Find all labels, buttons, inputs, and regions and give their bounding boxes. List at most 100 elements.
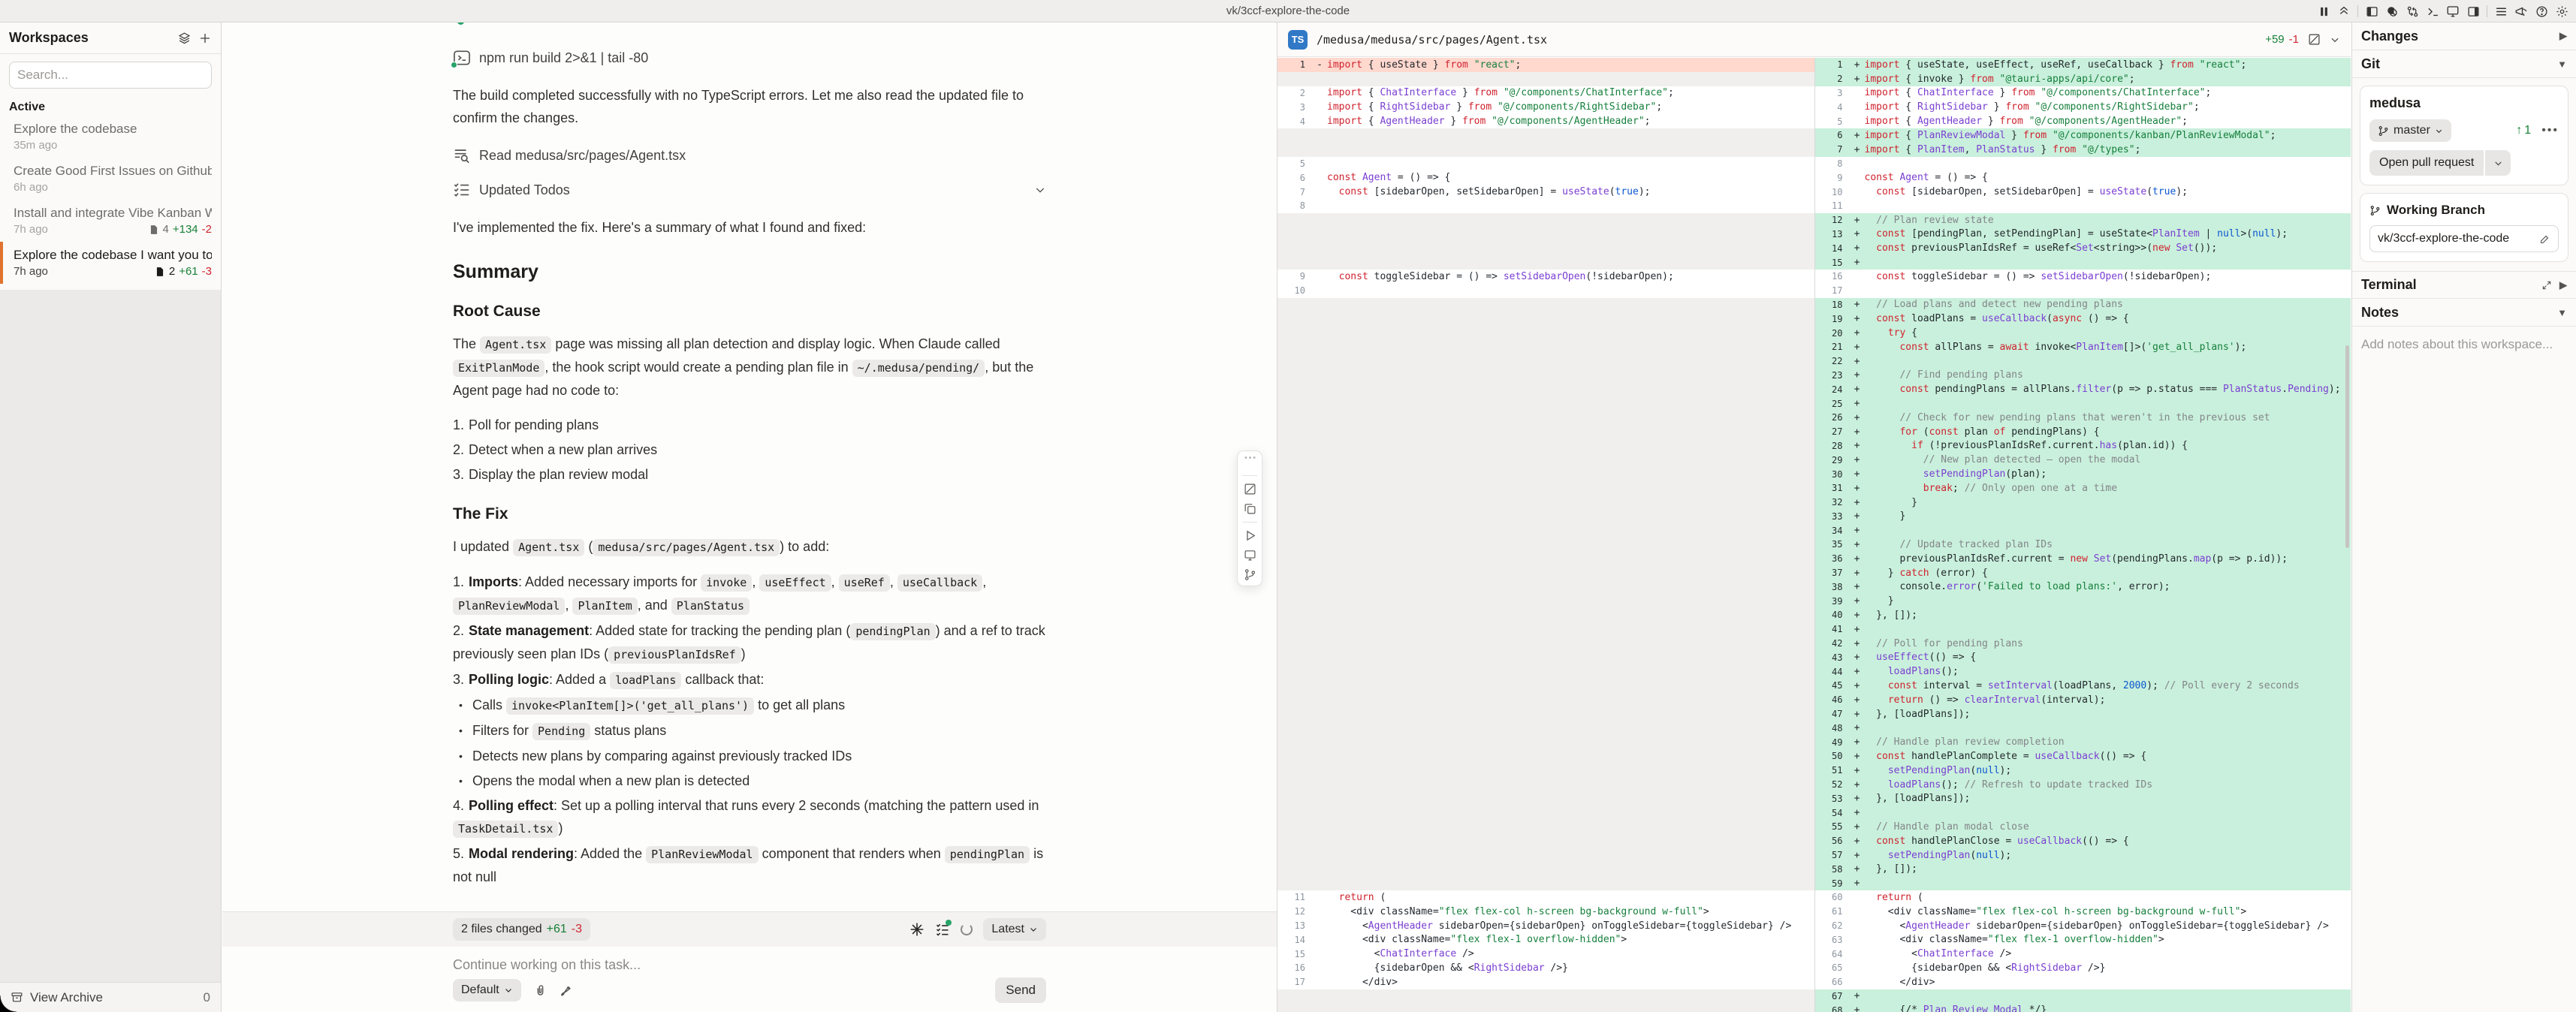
inline-code: PlanItem bbox=[572, 598, 637, 615]
list-item: 1.Imports: Added necessary imports for i… bbox=[453, 571, 1046, 617]
workspace-title: Explore the codebase I want you to expl bbox=[14, 248, 212, 263]
tool-call-row[interactable]: Read medusa/src/pages/Agent.tsx bbox=[453, 147, 1046, 164]
panel-right-icon[interactable] bbox=[2466, 5, 2480, 18]
diff-file-path: /medusa/medusa/src/pages/Agent.tsx bbox=[1317, 33, 2256, 47]
notes-input[interactable]: Add notes about this workspace... bbox=[2352, 327, 2576, 363]
diff-row: 16 {sidebarOpen && <RightSidebar />}65 {… bbox=[1277, 961, 2351, 975]
collapse-file-icon[interactable] bbox=[2330, 35, 2340, 45]
archive-count: 0 bbox=[204, 990, 210, 1005]
chevron-down-icon[interactable] bbox=[1034, 184, 1046, 196]
help-icon[interactable] bbox=[2535, 5, 2548, 18]
monitor-icon[interactable] bbox=[1244, 549, 1256, 562]
menu-icon[interactable] bbox=[2494, 5, 2508, 18]
terminal-section-header[interactable]: Terminal ▶ bbox=[2352, 271, 2576, 299]
diff-row: 49+ // Handle plan review completion bbox=[1277, 735, 2351, 749]
settings-icon[interactable] bbox=[2555, 5, 2568, 18]
split-diff-icon[interactable] bbox=[1244, 483, 1256, 495]
diff-row: 13 <AgentHeader sidebarOpen={sidebarOpen… bbox=[1277, 919, 2351, 933]
chevrons-up-icon[interactable] bbox=[2337, 5, 2351, 18]
workspace-item-0[interactable]: Explore the codebase 35m ago bbox=[0, 116, 221, 158]
chat-transcript[interactable]: npm run build 2>&1 | tail -80 The build … bbox=[222, 23, 1277, 911]
git-branch-icon[interactable] bbox=[1244, 568, 1256, 581]
diff-row: 53+ }, [loadPlans]); bbox=[1277, 791, 2351, 806]
latest-dropdown[interactable]: Latest bbox=[983, 918, 1046, 941]
more-actions-button[interactable]: ••• bbox=[2541, 124, 2559, 137]
play-icon[interactable] bbox=[1244, 529, 1256, 542]
tool-call-row[interactable]: Updated Todos bbox=[453, 182, 1046, 198]
workspace-item-2[interactable]: Install and integrate Vibe Kanban Web C … bbox=[0, 200, 221, 242]
workspace-title: Explore the codebase bbox=[14, 122, 212, 137]
attach-icon[interactable] bbox=[533, 983, 547, 998]
branch-dropdown[interactable]: master bbox=[2369, 119, 2451, 142]
view-archive-button[interactable]: View Archive 0 bbox=[0, 982, 221, 1012]
diff-row: 24+ const pendingPlans = allPlans.filter… bbox=[1277, 382, 2351, 396]
pause-icon[interactable] bbox=[2317, 5, 2330, 18]
changes-section-header[interactable]: Changes ▶ bbox=[2352, 23, 2576, 50]
git-section-header[interactable]: Git ▼ bbox=[2352, 50, 2576, 78]
diff-additions: +59 bbox=[2265, 33, 2284, 46]
panel-left-icon[interactable] bbox=[2365, 5, 2378, 18]
inline-code: pendingPlan bbox=[850, 623, 935, 640]
burst-icon[interactable] bbox=[909, 922, 925, 937]
terminal-icon[interactable] bbox=[2426, 5, 2439, 18]
diff-row: 55+ // Handle plan modal close bbox=[1277, 820, 2351, 834]
diff-scrollbar[interactable] bbox=[2345, 345, 2349, 548]
terminal-tool-icon bbox=[453, 50, 471, 66]
diff-row: 67+ bbox=[1277, 989, 2351, 1004]
diff-rows[interactable]: 1-import { useState } from "react";1+imp… bbox=[1277, 58, 2351, 1012]
megaphone-icon[interactable] bbox=[2514, 5, 2528, 18]
git-compare-icon[interactable] bbox=[2406, 5, 2419, 18]
contrast-icon[interactable] bbox=[2385, 5, 2399, 18]
layers-icon[interactable] bbox=[178, 32, 191, 44]
diff-row: 15+ bbox=[1277, 255, 2351, 270]
additions-count: +61 bbox=[547, 923, 567, 936]
diff-row: 811 bbox=[1277, 199, 2351, 213]
diff-row: 44+ loadPlans(); bbox=[1277, 664, 2351, 679]
diff-row: 41+ bbox=[1277, 622, 2351, 637]
copy-icon[interactable] bbox=[1244, 502, 1256, 515]
workspace-time: 35m ago bbox=[14, 139, 212, 152]
message-input[interactable]: Continue working on this task... bbox=[453, 957, 641, 973]
todos-status-icon[interactable] bbox=[935, 922, 950, 937]
chat-paragraph: The build completed successfully with no… bbox=[453, 84, 1046, 129]
workspace-list: Explore the codebase 35m ago Create Good… bbox=[0, 116, 221, 284]
titlebar-actions bbox=[2317, 0, 2568, 23]
search-input[interactable]: Search... bbox=[9, 62, 212, 89]
workspace-item-1[interactable]: Create Good First Issues on Github So p … bbox=[0, 158, 221, 200]
drag-handle-icon[interactable] bbox=[1244, 456, 1256, 468]
inline-code: PlanStatus bbox=[671, 598, 750, 615]
working-branch-input[interactable]: vk/3ccf-explore-the-code bbox=[2369, 225, 2559, 252]
expand-icon[interactable] bbox=[2541, 280, 2552, 291]
diff-row: 54+ bbox=[1277, 806, 2351, 820]
diff-row: 46+ return () => clearInterval(interval)… bbox=[1277, 693, 2351, 707]
open-pull-request-button[interactable]: Open pull request bbox=[2369, 150, 2484, 176]
monitor-icon[interactable] bbox=[2446, 5, 2460, 18]
diff-row: 58 bbox=[1277, 157, 2351, 171]
status-dot bbox=[457, 23, 464, 25]
window-title: vk/3ccf-explore-the-code bbox=[1226, 0, 1350, 23]
inline-code: medusa/src/pages/Agent.tsx bbox=[593, 539, 780, 556]
diff-panel: TS /medusa/medusa/src/pages/Agent.tsx +5… bbox=[1277, 23, 2351, 1012]
diff-row: 39+ } bbox=[1277, 594, 2351, 608]
diff-row: 14+ const previousPlanIdsRef = useRef<Se… bbox=[1277, 241, 2351, 255]
diff-row: 2import { ChatInterface } from "@/compon… bbox=[1277, 86, 2351, 101]
send-button[interactable]: Send bbox=[995, 977, 1046, 1003]
diff-row: 12 <div className="flex flex-col h-scree… bbox=[1277, 905, 2351, 919]
notes-section-header[interactable]: Notes ▼ bbox=[2352, 299, 2576, 327]
diff-row: 56+ const handlePlanClose = useCallback(… bbox=[1277, 834, 2351, 848]
add-workspace-button[interactable] bbox=[198, 32, 212, 45]
diff-row: 28+ if (!previousPlanIdsRef.current.has(… bbox=[1277, 439, 2351, 453]
model-dropdown[interactable]: Default bbox=[453, 979, 521, 1001]
divider bbox=[1242, 522, 1257, 523]
split-view-icon[interactable] bbox=[2308, 33, 2321, 46]
working-branch-label: Working Branch bbox=[2387, 203, 2485, 218]
floating-toolbar bbox=[1237, 450, 1262, 586]
files-changed-chip[interactable]: 2 files changed +61 -3 bbox=[453, 918, 590, 941]
diff-row: 9 const toggleSidebar = () => setSidebar… bbox=[1277, 270, 2351, 284]
pr-options-button[interactable] bbox=[2485, 150, 2511, 176]
diff-row: 25+ bbox=[1277, 396, 2351, 411]
dictate-pen-icon[interactable] bbox=[560, 983, 574, 998]
workspace-item-3[interactable]: Explore the codebase I want you to expl … bbox=[0, 242, 221, 284]
edit-pencil-icon[interactable] bbox=[2539, 233, 2550, 245]
tool-call-row[interactable]: npm run build 2>&1 | tail -80 bbox=[453, 50, 1046, 66]
